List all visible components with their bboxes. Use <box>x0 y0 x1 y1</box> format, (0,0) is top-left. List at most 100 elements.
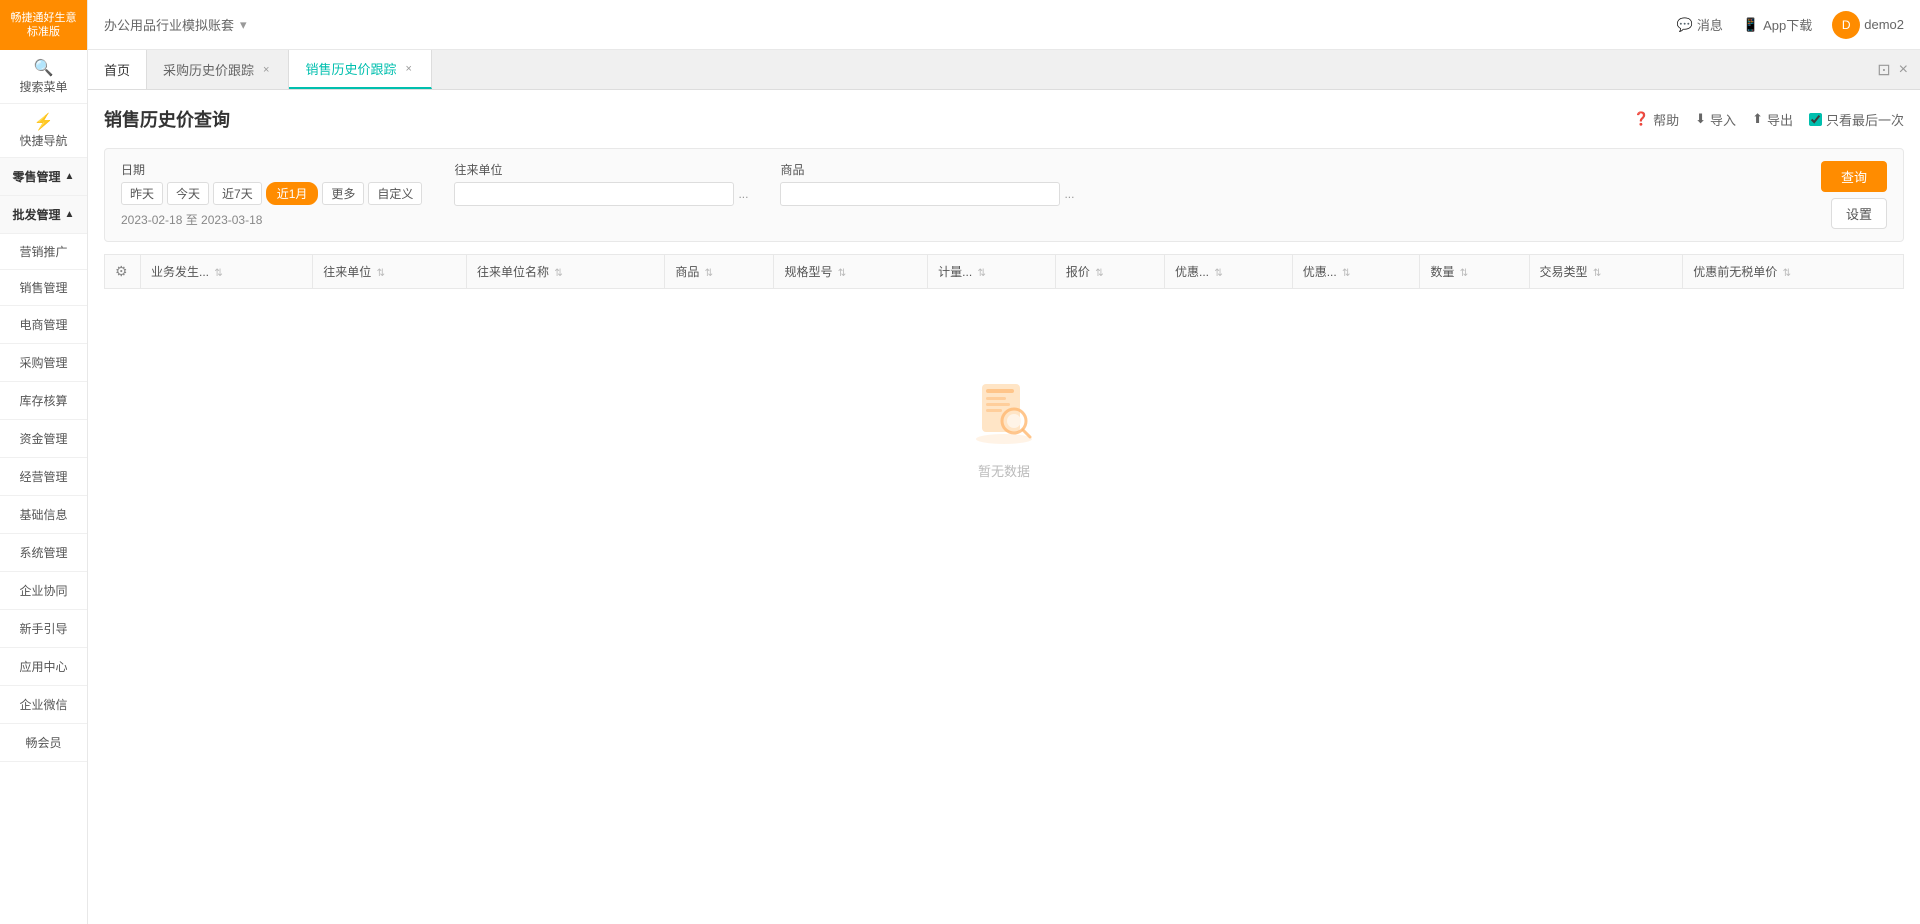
th-trade-type[interactable]: 交易类型 ⇅ <box>1529 255 1683 289</box>
th-goods[interactable]: 商品 ⇅ <box>665 255 774 289</box>
tab-purchase-history[interactable]: 采购历史价跟踪 × <box>147 50 289 89</box>
sort-goods-icon: ⇅ <box>705 268 713 279</box>
sidebar-item-wholesale[interactable]: 批发管理 ▲ <box>0 196 87 234</box>
sort-trade-type-icon: ⇅ <box>1593 268 1601 279</box>
export-action[interactable]: ⬆ 导出 <box>1752 110 1793 129</box>
goods-ellipsis[interactable]: ... <box>1064 183 1074 205</box>
tab-sales-history-close[interactable]: × <box>402 62 414 76</box>
sidebar-item-enterprise-wechat[interactable]: 企业微信 <box>0 686 87 724</box>
sidebar-item-ecommerce[interactable]: 电商管理 <box>0 306 87 344</box>
goods-input[interactable] <box>780 182 1060 206</box>
th-discount2[interactable]: 优惠... ⇅ <box>1292 255 1420 289</box>
partner-input[interactable] <box>454 182 734 206</box>
tab-sales-history[interactable]: 销售历史价跟踪 × <box>289 50 431 89</box>
message-action[interactable]: 💬 消息 <box>1677 15 1723 34</box>
table-container: ⚙ 业务发生... ⇅ 往来单位 ⇅ 往来单位名称 ⇅ 商品 ⇅ <box>104 254 1904 560</box>
gear-icon[interactable]: ⚙ <box>115 263 128 279</box>
help-action[interactable]: ❓ 帮助 <box>1633 110 1679 129</box>
app-download-action[interactable]: 📱 App下载 <box>1743 15 1812 34</box>
query-button[interactable]: 查询 <box>1821 161 1887 192</box>
date-btn-custom[interactable]: 自定义 <box>368 182 422 205</box>
empty-text: 暂无数据 <box>978 461 1030 480</box>
main-area: 办公用品行业模拟账套 ▾ 💬 消息 📱 App下载 D demo2 首页 采购历… <box>88 0 1920 924</box>
th-partner-code[interactable]: 往来单位 ⇅ <box>313 255 467 289</box>
wholesale-arrow-icon: ▲ <box>65 209 75 220</box>
sidebar-item-sales-mgmt[interactable]: 销售管理 <box>0 270 87 306</box>
sidebar-logo: 畅捷通好生意 标准版 <box>0 0 87 50</box>
page-header: 销售历史价查询 ❓ 帮助 ⬇ 导入 ⬆ 导出 只看最后一次 <box>104 106 1904 132</box>
empty-illustration <box>964 369 1044 449</box>
topbar-actions: 💬 消息 📱 App下载 D demo2 <box>1677 11 1904 39</box>
date-btn-more[interactable]: 更多 <box>322 182 364 205</box>
window-restore-icon[interactable]: ⊡ <box>1877 60 1890 80</box>
sort-spec-icon: ⇅ <box>838 268 846 279</box>
sidebar-item-collab[interactable]: 企业协同 <box>0 572 87 610</box>
sort-partner-name-icon: ⇅ <box>554 268 562 279</box>
date-btn-7days[interactable]: 近7天 <box>213 182 262 205</box>
th-discount1[interactable]: 优惠... ⇅ <box>1165 255 1293 289</box>
window-close-icon[interactable]: × <box>1899 61 1908 79</box>
sort-discount2-icon: ⇅ <box>1342 268 1350 279</box>
sidebar-item-search[interactable]: 🔍 搜索菜单 <box>0 50 87 104</box>
date-range-text: 2023-02-18 至 2023-03-18 <box>121 211 422 228</box>
sort-quantity-icon: ⇅ <box>1460 268 1468 279</box>
tab-purchase-history-close[interactable]: × <box>260 63 272 77</box>
partner-filter-section: 往来单位 ... <box>454 161 748 206</box>
sort-biz-date-icon: ⇅ <box>214 268 222 279</box>
date-btn-today[interactable]: 今天 <box>167 182 209 205</box>
logo-text: 畅捷通好生意 标准版 <box>11 11 77 40</box>
date-btn-yesterday[interactable]: 昨天 <box>121 182 163 205</box>
sidebar-item-member[interactable]: 畅会员 <box>0 724 87 762</box>
sidebar-item-basic-info[interactable]: 基础信息 <box>0 496 87 534</box>
table-header: ⚙ 业务发生... ⇅ 往来单位 ⇅ 往来单位名称 ⇅ 商品 ⇅ <box>105 255 1904 289</box>
sidebar-item-finance[interactable]: 资金管理 <box>0 420 87 458</box>
app-title-dropdown-icon[interactable]: ▾ <box>240 17 247 33</box>
filter-inline: 日期 昨天 今天 近7天 近1月 更多 自定义 2023-02-18 至 202… <box>121 161 1074 228</box>
th-quote[interactable]: 报价 ⇅ <box>1055 255 1164 289</box>
th-quantity[interactable]: 数量 ⇅ <box>1420 255 1529 289</box>
th-partner-name[interactable]: 往来单位名称 ⇅ <box>467 255 665 289</box>
sidebar-item-inventory[interactable]: 库存核算 <box>0 382 87 420</box>
export-icon: ⬆ <box>1752 111 1763 127</box>
data-table: ⚙ 业务发生... ⇅ 往来单位 ⇅ 往来单位名称 ⇅ 商品 ⇅ <box>104 254 1904 560</box>
sidebar-item-system[interactable]: 系统管理 <box>0 534 87 572</box>
app-title-text: 办公用品行业模拟账套 <box>104 15 234 34</box>
sidebar-item-new-guide[interactable]: 新手引导 <box>0 610 87 648</box>
tab-spacer <box>432 50 1865 89</box>
sort-partner-code-icon: ⇅ <box>377 268 385 279</box>
th-spec[interactable]: 规格型号 ⇅ <box>774 255 928 289</box>
help-icon: ❓ <box>1633 111 1649 127</box>
sidebar-item-retail[interactable]: 零售管理 ▲ <box>0 158 87 196</box>
date-filter-section: 日期 昨天 今天 近7天 近1月 更多 自定义 2023-02-18 至 202… <box>121 161 422 228</box>
tab-home-label: 首页 <box>104 60 130 79</box>
settings-button[interactable]: 设置 <box>1831 198 1887 229</box>
window-controls: ⊡ × <box>1865 50 1920 89</box>
username-label: demo2 <box>1864 17 1904 32</box>
tabbar: 首页 采购历史价跟踪 × 销售历史价跟踪 × ⊡ × <box>88 50 1920 90</box>
th-unit[interactable]: 计量... ⇅ <box>928 255 1056 289</box>
goods-filter-label: 商品 <box>780 161 1074 178</box>
retail-arrow-icon: ▲ <box>65 171 75 182</box>
export-label: 导出 <box>1767 110 1793 129</box>
sidebar-item-marketing[interactable]: 营销推广 <box>0 234 87 270</box>
tab-purchase-history-label: 采购历史价跟踪 <box>163 60 254 79</box>
tab-home[interactable]: 首页 <box>88 50 147 89</box>
sidebar-item-quick-nav[interactable]: ⚡ 快捷导航 <box>0 104 87 158</box>
empty-state: 暂无数据 <box>105 289 1904 560</box>
partner-ellipsis[interactable]: ... <box>738 183 748 205</box>
only-last-checkbox[interactable] <box>1809 113 1822 126</box>
import-action[interactable]: ⬇ 导入 <box>1695 110 1736 129</box>
help-label: 帮助 <box>1653 110 1679 129</box>
sidebar-item-purchase[interactable]: 采购管理 <box>0 344 87 382</box>
only-last-checkbox-label[interactable]: 只看最后一次 <box>1809 110 1904 129</box>
user-action[interactable]: D demo2 <box>1832 11 1904 39</box>
sidebar-item-operations[interactable]: 经营管理 <box>0 458 87 496</box>
th-biz-date[interactable]: 业务发生... ⇅ <box>141 255 313 289</box>
filter-actions: 查询 设置 <box>1821 161 1887 229</box>
sidebar-item-app-center[interactable]: 应用中心 <box>0 648 87 686</box>
date-btns-row: 昨天 今天 近7天 近1月 更多 自定义 <box>121 182 422 205</box>
date-btn-1month[interactable]: 近1月 <box>266 182 319 205</box>
th-settings[interactable]: ⚙ <box>105 255 141 289</box>
avatar: D <box>1832 11 1860 39</box>
th-pretax-price[interactable]: 优惠前无税单价 ⇅ <box>1683 255 1904 289</box>
